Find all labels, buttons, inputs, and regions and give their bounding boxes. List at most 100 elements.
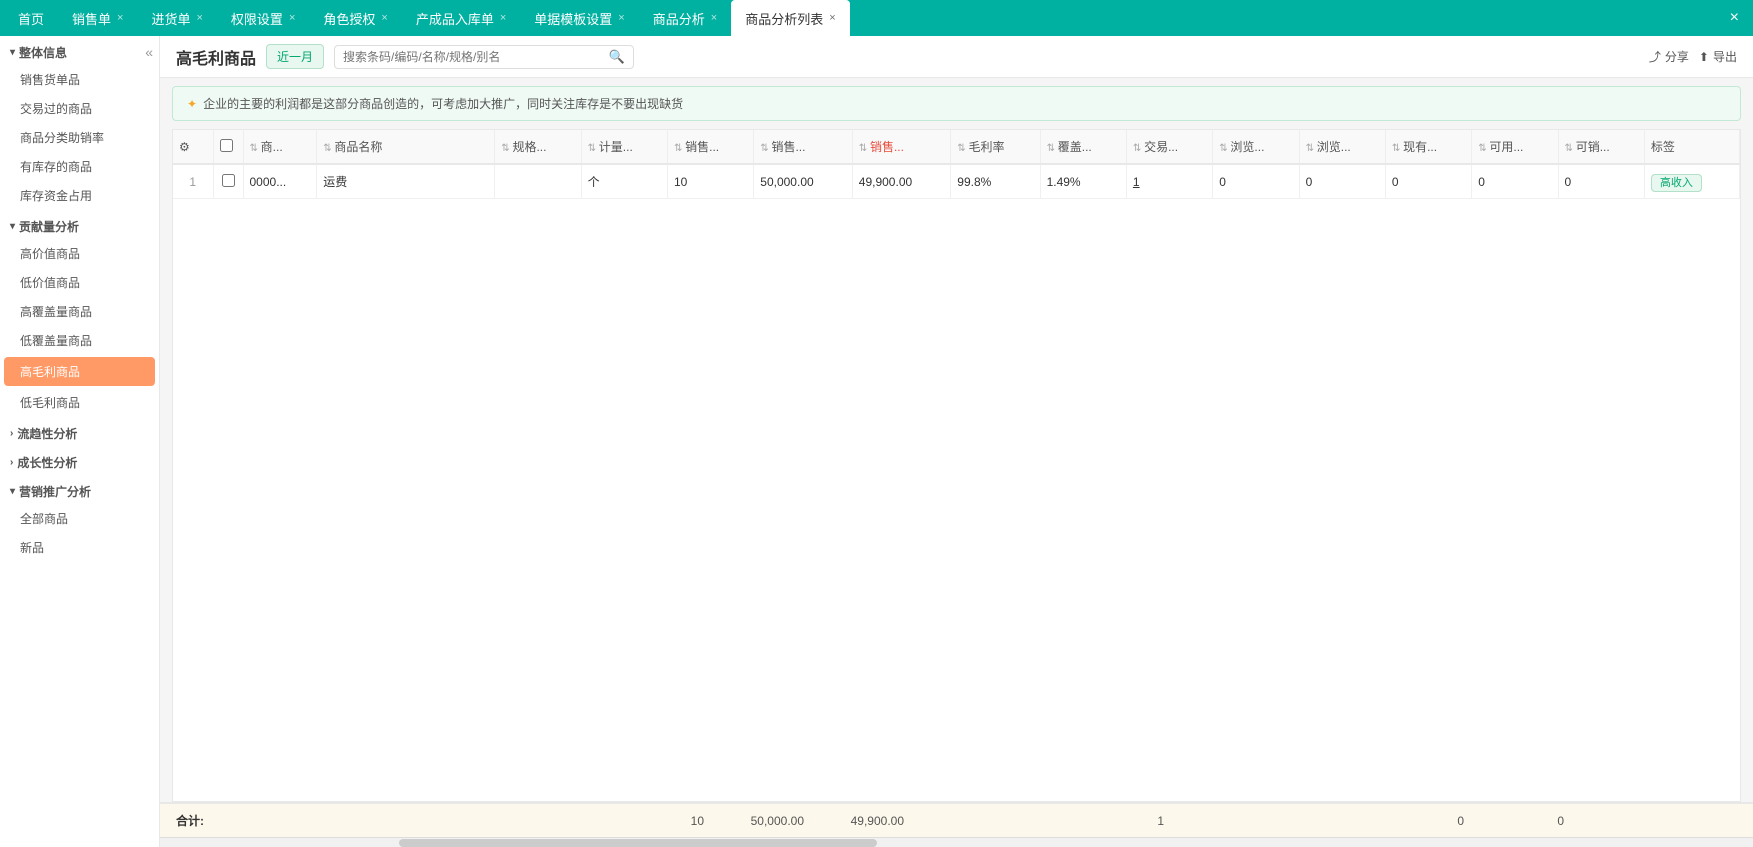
cell-name[interactable]: 运费 xyxy=(317,164,495,199)
sidebar-item-all-goods[interactable]: 全部商品 xyxy=(0,504,159,533)
cell-spec xyxy=(495,164,581,199)
sidebar-item-traded-goods[interactable]: 交易过的商品 xyxy=(0,94,159,123)
row-checkbox[interactable] xyxy=(222,174,235,187)
tab-permission-settings[interactable]: 权限设置 × xyxy=(217,0,309,36)
footer-label: 合计: xyxy=(176,812,204,829)
top-tab-bar: 首页 销售单 × 进货单 × 权限设置 × 角色授权 × 产成品入库单 × 单据… xyxy=(0,0,1753,36)
cell-unit: 个 xyxy=(581,164,667,199)
tab-sales-order[interactable]: 销售单 × xyxy=(58,0,137,36)
sidebar-group-marketing[interactable]: ▾ 营销推广分析 xyxy=(0,475,159,504)
tab-product-analysis-close[interactable]: × xyxy=(711,12,717,24)
cell-sellable: 0 xyxy=(1558,164,1644,199)
sidebar-group-growth-arrow: › xyxy=(10,457,13,468)
tab-sales-order-close[interactable]: × xyxy=(117,12,123,24)
sidebar-collapse-button[interactable]: « xyxy=(145,44,153,60)
cell-trade[interactable]: 1 xyxy=(1126,164,1212,199)
tab-product-analysis[interactable]: 商品分析 × xyxy=(639,0,731,36)
footer-sales-amt: 50,000.00 xyxy=(724,814,804,828)
footer-current: 0 xyxy=(1384,814,1464,828)
cell-view2: 0 xyxy=(1299,164,1385,199)
sidebar-group-flow-arrow: › xyxy=(10,428,13,439)
tag-badge: 高收入 xyxy=(1651,174,1702,192)
sidebar-group-growth[interactable]: › 成长性分析 xyxy=(0,446,159,475)
col-sales-qty[interactable]: 销售... xyxy=(667,130,753,164)
data-table: ⚙ 商... 商品名称 规格... 计量... 销售... 销售... 销售..… xyxy=(173,130,1740,199)
cell-available: 0 xyxy=(1472,164,1558,199)
cell-sales-cost: 49,900.00 xyxy=(852,164,951,199)
sidebar-item-in-stock-goods[interactable]: 有库存的商品 xyxy=(0,152,159,181)
col-trade[interactable]: 交易... xyxy=(1126,130,1212,164)
col-view1[interactable]: 浏览... xyxy=(1213,130,1299,164)
col-check[interactable] xyxy=(213,130,243,164)
table-container[interactable]: ⚙ 商... 商品名称 规格... 计量... 销售... 销售... 销售..… xyxy=(172,129,1741,802)
sidebar-item-high-coverage[interactable]: 高覆盖量商品 xyxy=(0,297,159,326)
main-layout: « ▾ 整体信息 销售货单品 交易过的商品 商品分类助销率 有库存的商品 库存资… xyxy=(0,36,1753,847)
table-row: 1 0000... 运费 个 10 50,000.00 49,900.00 99… xyxy=(173,164,1740,199)
filter-recent-month-button[interactable]: 近一月 xyxy=(266,44,324,69)
info-banner-text: 企业的主要的利润都是这部分商品创造的，可考虑加大推广，同时关注库存是不要出现缺货 xyxy=(203,95,683,112)
col-name[interactable]: 商品名称 xyxy=(317,130,495,164)
footer-trade: 1 xyxy=(1084,814,1164,828)
sidebar-group-marketing-arrow: ▾ xyxy=(10,486,15,497)
select-all-checkbox[interactable] xyxy=(220,139,233,152)
col-sales-amt[interactable]: 销售... xyxy=(754,130,853,164)
tab-product-warehousing-close[interactable]: × xyxy=(500,12,506,24)
sidebar-group-contribution[interactable]: ▾ 贡献量分析 xyxy=(0,210,159,239)
content-area: 高毛利商品 近一月 🔍 ⤴ 分享 ⬆ 导出 ✦ 企业的主要的利润都是这部分商品创… xyxy=(160,36,1753,847)
tab-role-auth-close[interactable]: × xyxy=(381,12,387,24)
col-spec[interactable]: 规格... xyxy=(495,130,581,164)
sidebar-item-high-margin[interactable]: 高毛利商品 xyxy=(4,357,155,386)
tab-purchase-order-close[interactable]: × xyxy=(196,12,202,24)
sidebar-item-high-value[interactable]: 高价值商品 xyxy=(0,239,159,268)
search-icon: 🔍 xyxy=(609,49,625,65)
sidebar-item-stock-capital[interactable]: 库存资金占用 xyxy=(0,181,159,210)
sidebar-group-flow[interactable]: › 流趋性分析 xyxy=(0,417,159,446)
col-code[interactable]: 商... xyxy=(243,130,317,164)
sidebar-group-overview-arrow: ▾ xyxy=(10,47,15,58)
page-title: 高毛利商品 xyxy=(176,45,256,69)
sidebar-item-new-goods[interactable]: 新品 xyxy=(0,533,159,562)
scrollbar-thumb[interactable] xyxy=(399,839,877,847)
tab-template-settings[interactable]: 单据模板设置 × xyxy=(520,0,638,36)
col-current[interactable]: 现有... xyxy=(1385,130,1471,164)
tab-template-settings-close[interactable]: × xyxy=(618,12,624,24)
trade-link[interactable]: 1 xyxy=(1133,175,1140,189)
col-view2[interactable]: 浏览... xyxy=(1299,130,1385,164)
tab-role-auth[interactable]: 角色授权 × xyxy=(309,0,401,36)
cell-view1: 0 xyxy=(1213,164,1299,199)
col-settings[interactable]: ⚙ xyxy=(173,130,213,164)
tab-product-warehousing[interactable]: 产成品入库单 × xyxy=(402,0,520,36)
sidebar-item-category-rate[interactable]: 商品分类助销率 xyxy=(0,123,159,152)
sidebar-item-low-value[interactable]: 低价值商品 xyxy=(0,268,159,297)
sidebar-item-sales-goods[interactable]: 销售货单品 xyxy=(0,65,159,94)
tab-product-analysis-list-close[interactable]: × xyxy=(829,12,835,24)
header-actions: ⤴ 分享 ⬆ 导出 xyxy=(1649,48,1737,65)
col-unit[interactable]: 计量... xyxy=(581,130,667,164)
sidebar-group-contribution-arrow: ▾ xyxy=(10,221,15,232)
col-sales-cost[interactable]: 销售... xyxy=(852,130,951,164)
sidebar: « ▾ 整体信息 销售货单品 交易过的商品 商品分类助销率 有库存的商品 库存资… xyxy=(0,36,160,847)
tab-purchase-order[interactable]: 进货单 × xyxy=(137,0,216,36)
search-box[interactable]: 🔍 xyxy=(334,45,634,69)
tab-product-analysis-list[interactable]: 商品分析列表 × xyxy=(731,0,849,36)
cell-check[interactable] xyxy=(213,164,243,199)
export-button[interactable]: ⬆ 导出 xyxy=(1699,48,1737,65)
info-banner: ✦ 企业的主要的利润都是这部分商品创造的，可考虑加大推广，同时关注库存是不要出现… xyxy=(172,86,1741,121)
tab-home[interactable]: 首页 xyxy=(4,0,58,36)
scrollbar-area xyxy=(160,837,1753,847)
cell-sales-qty: 10 xyxy=(667,164,753,199)
col-coverage[interactable]: 覆盖... xyxy=(1040,130,1126,164)
sidebar-item-low-margin[interactable]: 低毛利商品 xyxy=(0,388,159,417)
sidebar-group-overview[interactable]: ▾ 整体信息 xyxy=(0,36,159,65)
window-close-button[interactable]: × xyxy=(1720,9,1749,27)
search-input[interactable] xyxy=(343,50,605,64)
col-margin-rate[interactable]: 毛利率 xyxy=(951,130,1040,164)
col-available[interactable]: 可用... xyxy=(1472,130,1558,164)
footer-sales-qty: 10 xyxy=(624,814,704,828)
footer-sum: 合计: 10 50,000.00 49,900.00 1 0 0 xyxy=(160,802,1753,837)
tab-permission-settings-close[interactable]: × xyxy=(289,12,295,24)
table-header-row: ⚙ 商... 商品名称 规格... 计量... 销售... 销售... 销售..… xyxy=(173,130,1740,164)
share-button[interactable]: ⤴ 分享 xyxy=(1649,48,1689,65)
col-sellable[interactable]: 可销... xyxy=(1558,130,1644,164)
sidebar-item-low-coverage[interactable]: 低覆盖量商品 xyxy=(0,326,159,355)
